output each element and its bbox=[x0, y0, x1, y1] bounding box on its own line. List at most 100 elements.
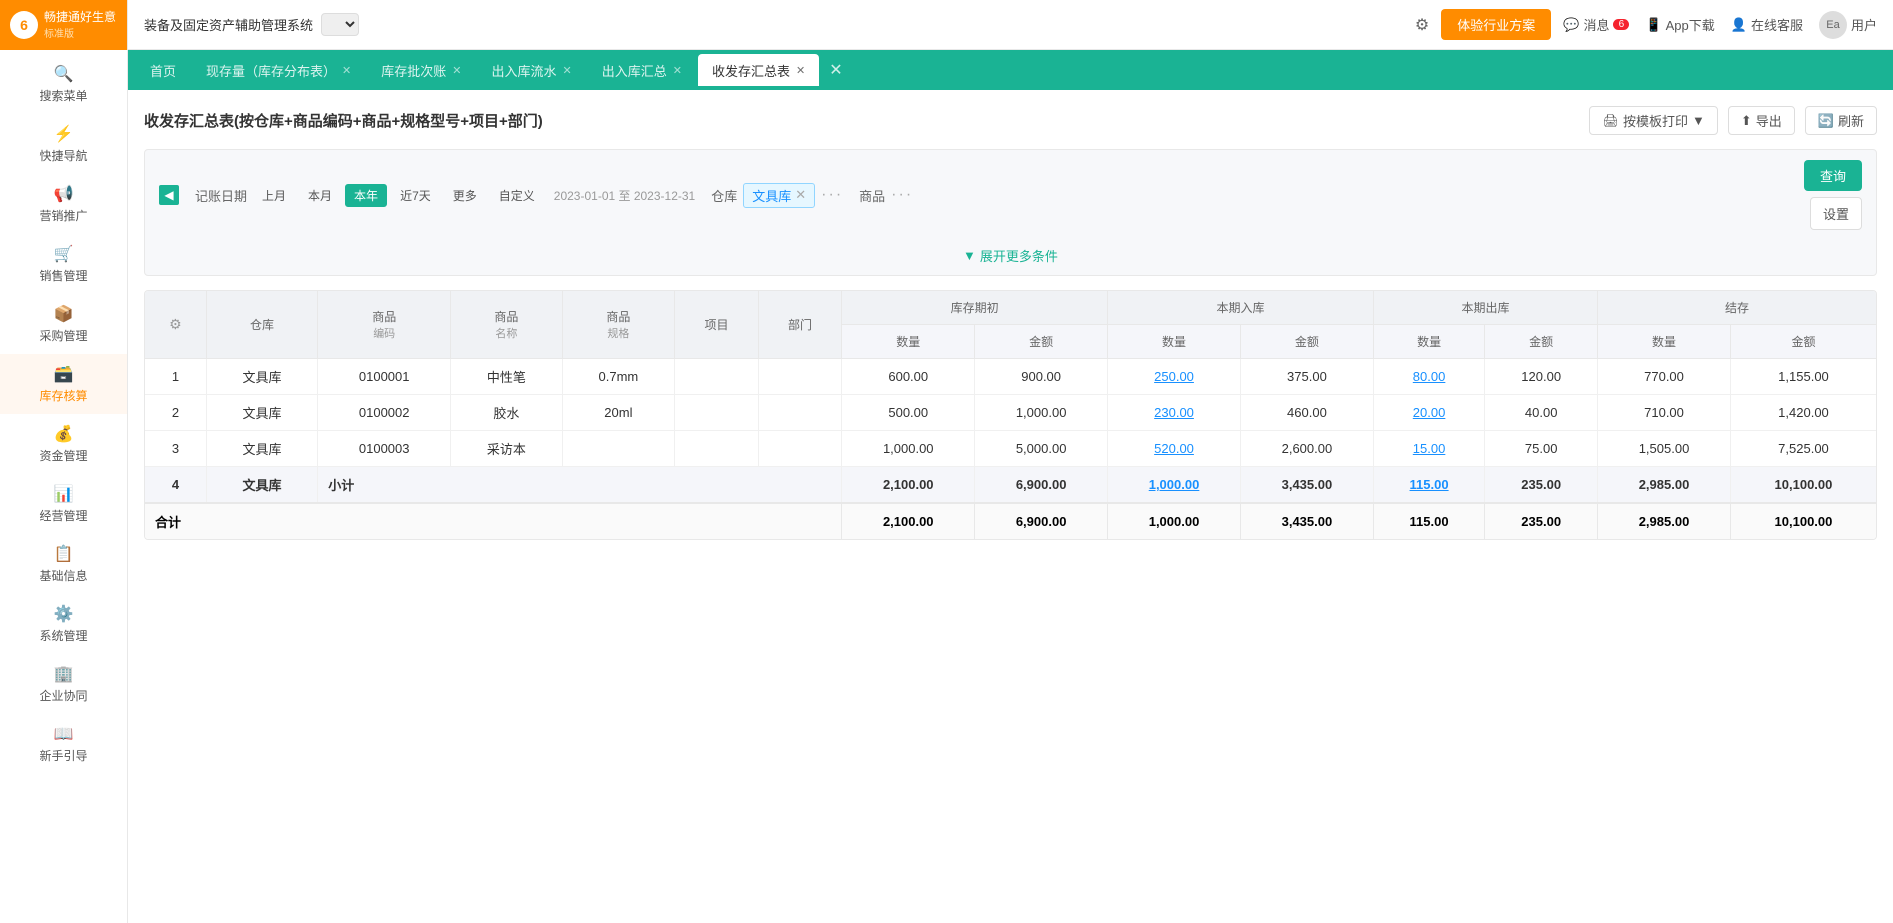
message-button[interactable]: 💬 消息 6 bbox=[1563, 15, 1629, 34]
topbar: 装备及固定资产辅助管理系统 ⚙ 体验行业方案 💬 消息 6 📱 App下载 👤 … bbox=[128, 0, 1893, 50]
page-actions: 🖨 按模板打印 ▼ ⬆ 导出 🔄 刷新 bbox=[1589, 106, 1877, 135]
sidebar-item-sales[interactable]: 🛒销售管理 bbox=[0, 234, 127, 294]
tab-close-stock-dist[interactable]: ✕ bbox=[342, 64, 351, 77]
date-range-display: 2023-01-01 至 2023-12-31 bbox=[554, 187, 695, 204]
row-in-qty[interactable]: 520.00 bbox=[1108, 431, 1241, 467]
date-btn-this-year[interactable]: 本年 bbox=[345, 184, 387, 207]
sidebar-item-marketing[interactable]: 📢营销推广 bbox=[0, 174, 127, 234]
date-btn-7days[interactable]: 近7天 bbox=[391, 184, 440, 207]
filter-goods: 商品 ··· bbox=[859, 186, 913, 205]
tab-inout-flow[interactable]: 出入库流水 ✕ bbox=[477, 54, 585, 86]
export-button[interactable]: ⬆ 导出 bbox=[1728, 106, 1795, 135]
sidebar-item-system[interactable]: ⚙️系统管理 bbox=[0, 594, 127, 654]
warehouse-tag-close[interactable]: ✕ bbox=[795, 187, 806, 203]
tab-home[interactable]: 首页 bbox=[136, 54, 190, 86]
warehouse-ellipsis[interactable]: ··· bbox=[821, 186, 843, 204]
user-menu[interactable]: Ea 用户 bbox=[1819, 11, 1877, 39]
sidebar-item-operation[interactable]: 📊经营管理 bbox=[0, 474, 127, 534]
row-in-qty[interactable]: 230.00 bbox=[1108, 395, 1241, 431]
th-group-opening: 库存期初 bbox=[842, 291, 1108, 325]
sub-open-amt: 6,900.00 bbox=[975, 467, 1108, 504]
tab-batch-ledger[interactable]: 库存批次账✕ bbox=[367, 54, 475, 86]
query-button[interactable]: 查询 bbox=[1804, 160, 1862, 191]
sidebar-item-corp[interactable]: 🏢企业协同 bbox=[0, 654, 127, 714]
tab-stock-dist[interactable]: 现存量（库存分布表） ✕ bbox=[192, 54, 365, 86]
th-open-amt: 金额 bbox=[975, 325, 1108, 359]
tabbar: 首页现存量（库存分布表）✕库存批次账✕出入库流水✕出入库汇总✕收发存汇总表✕✕ bbox=[128, 50, 1893, 90]
sidebar-item-label-quick: 快捷导航 bbox=[39, 147, 87, 164]
purchase-icon: 📦 bbox=[54, 304, 74, 324]
app-download-label: App下载 bbox=[1666, 15, 1715, 34]
sub-in-qty[interactable]: 1,000.00 bbox=[1108, 467, 1241, 504]
table-row: 3 文具库 0100003 采访本 1,000.00 5,000.00 520.… bbox=[145, 431, 1876, 467]
row-project bbox=[675, 431, 759, 467]
expand-row: ▼ 展开更多条件 bbox=[159, 238, 1862, 265]
date-btn-this-month[interactable]: 本月 bbox=[299, 184, 341, 207]
goods-ellipsis[interactable]: ··· bbox=[891, 186, 913, 204]
tab-close-batch-ledger[interactable]: ✕ bbox=[452, 64, 461, 77]
print-button[interactable]: 🖨 按模板打印 ▼ bbox=[1589, 106, 1717, 135]
row-dept bbox=[758, 395, 842, 431]
tab-label-home: 首页 bbox=[150, 61, 176, 80]
collapse-button[interactable]: ◀ bbox=[159, 185, 179, 205]
sidebar-item-search[interactable]: 🔍搜索菜单 bbox=[0, 54, 127, 114]
sidebar-item-base[interactable]: 📋基础信息 bbox=[0, 534, 127, 594]
system-selector[interactable] bbox=[321, 13, 359, 36]
sidebar-item-guide[interactable]: 📖新手引导 bbox=[0, 714, 127, 774]
sidebar-item-label-marketing: 营销推广 bbox=[39, 207, 87, 224]
online-service-button[interactable]: 👤 在线客服 bbox=[1731, 15, 1803, 34]
row-open-amt: 5,000.00 bbox=[975, 431, 1108, 467]
total-label: 合计 bbox=[145, 503, 842, 539]
warehouse-filter-label: 仓库 bbox=[711, 186, 737, 205]
refresh-button[interactable]: 🔄 刷新 bbox=[1805, 106, 1877, 135]
sub-warehouse: 文具库 bbox=[206, 467, 317, 504]
setting-button[interactable]: 设置 bbox=[1810, 197, 1862, 230]
tab-inout-summary[interactable]: 出入库汇总✕ bbox=[588, 54, 696, 86]
filter-actions: 查询 设置 bbox=[1804, 160, 1862, 230]
sidebar-item-inventory[interactable]: 🗃️库存核算 bbox=[0, 354, 127, 414]
row-in-amt: 2,600.00 bbox=[1240, 431, 1373, 467]
th-in-amt: 金额 bbox=[1240, 325, 1373, 359]
row-in-amt: 460.00 bbox=[1240, 395, 1373, 431]
sales-icon: 🛒 bbox=[54, 244, 74, 264]
logo-icon: 6 bbox=[10, 11, 38, 39]
row-out-qty[interactable]: 80.00 bbox=[1373, 359, 1484, 395]
date-btn-more[interactable]: 更多 bbox=[444, 184, 486, 207]
expand-button[interactable]: ▼ 展开更多条件 bbox=[963, 246, 1058, 265]
total-open-qty: 2,100.00 bbox=[842, 503, 975, 539]
row-in-qty[interactable]: 250.00 bbox=[1108, 359, 1241, 395]
filter-row-main: ◀ 记账日期 上月 本月 本年 近7天 更多 自定义 2023-01-01 至 … bbox=[159, 160, 1862, 230]
app-download-button[interactable]: 📱 App下载 bbox=[1645, 15, 1714, 34]
table-total-row: 合计 2,100.00 6,900.00 1,000.00 3,435.00 1… bbox=[145, 503, 1876, 539]
row-open-qty: 500.00 bbox=[842, 395, 975, 431]
tab-recv-send-summary[interactable]: 收发存汇总表 ✕ bbox=[698, 54, 819, 86]
row-out-qty[interactable]: 15.00 bbox=[1373, 431, 1484, 467]
date-btn-custom[interactable]: 自定义 bbox=[490, 184, 544, 207]
tab-close-recv-send-summary[interactable]: ✕ bbox=[796, 64, 805, 77]
row-open-qty: 600.00 bbox=[842, 359, 975, 395]
tab-label-stock-dist: 现存量（库存分布表） bbox=[206, 61, 336, 80]
logo-edition: 标准版 bbox=[44, 25, 116, 40]
date-filter-label: 记账日期 bbox=[195, 186, 247, 205]
tab-label-inout-flow: 出入库流水 bbox=[491, 61, 556, 80]
row-in-amt: 375.00 bbox=[1240, 359, 1373, 395]
date-btn-last-month[interactable]: 上月 bbox=[253, 184, 295, 207]
finance-icon: 💰 bbox=[54, 424, 74, 444]
th-close-qty: 数量 bbox=[1598, 325, 1731, 359]
th-gear[interactable]: ⚙ bbox=[145, 291, 206, 359]
sub-out-qty[interactable]: 115.00 bbox=[1373, 467, 1484, 504]
tab-close-inout-summary[interactable]: ✕ bbox=[673, 64, 682, 77]
sidebar-item-purchase[interactable]: 📦采购管理 bbox=[0, 294, 127, 354]
sidebar-item-finance[interactable]: 💰资金管理 bbox=[0, 414, 127, 474]
sub-no: 4 bbox=[145, 467, 206, 504]
cta-button[interactable]: 体验行业方案 bbox=[1441, 9, 1551, 40]
tab-label-recv-send-summary: 收发存汇总表 bbox=[712, 61, 790, 80]
sidebar-item-quick[interactable]: ⚡快捷导航 bbox=[0, 114, 127, 174]
total-close-amt: 10,100.00 bbox=[1730, 503, 1876, 539]
window-close-icon[interactable]: ✕ bbox=[821, 60, 850, 80]
user-avatar: Ea bbox=[1819, 11, 1847, 39]
row-out-qty[interactable]: 20.00 bbox=[1373, 395, 1484, 431]
row-goods-spec: 20ml bbox=[562, 395, 675, 431]
gear-icon[interactable]: ⚙ bbox=[1415, 15, 1429, 35]
tab-close-inout-flow[interactable]: ✕ bbox=[563, 64, 572, 77]
